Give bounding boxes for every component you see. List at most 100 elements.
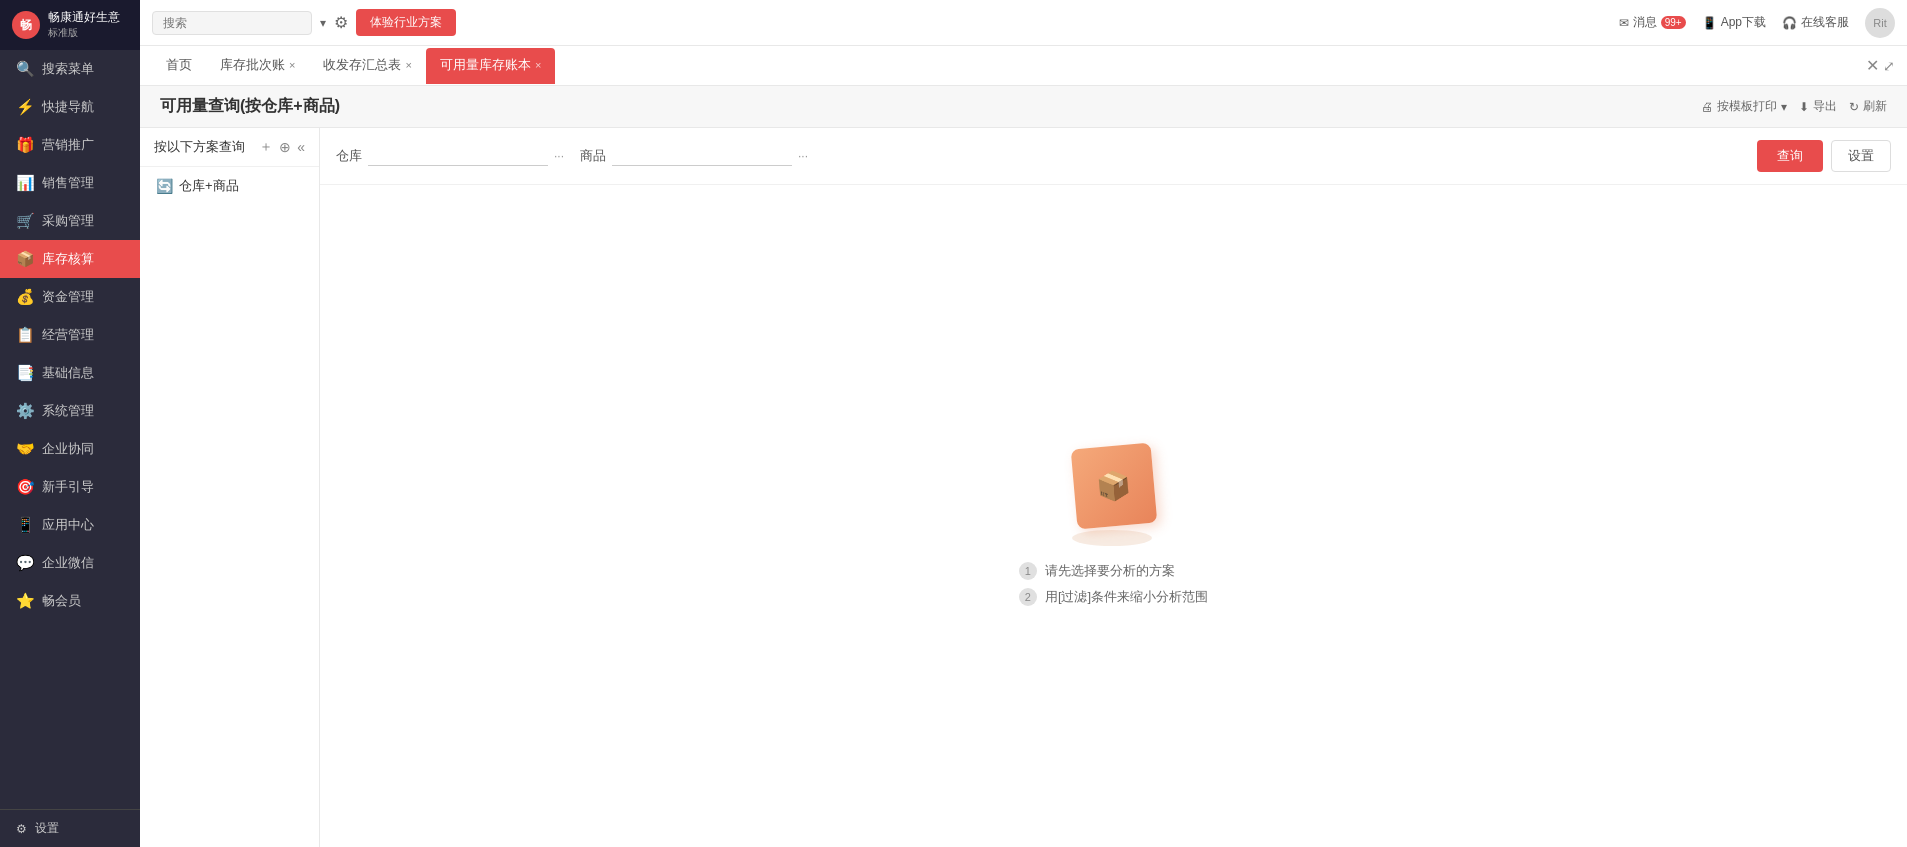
warehouse-more-icon[interactable]: ··· <box>554 149 564 163</box>
filter-settings-button[interactable]: ⊕ <box>279 139 291 155</box>
sidebar-item-business[interactable]: 📋 经营管理 <box>0 316 140 354</box>
sidebar-bottom-settings[interactable]: ⚙ 设置 <box>0 809 140 847</box>
export-label: 导出 <box>1813 98 1837 115</box>
sidebar-item-marketing[interactable]: 🎁 营销推广 <box>0 126 140 164</box>
tab-home-label: 首页 <box>166 56 192 74</box>
warehouse-input[interactable] <box>368 146 548 166</box>
sidebar-item-label: 基础信息 <box>42 364 94 382</box>
sidebar-item-search[interactable]: 🔍 搜索菜单 <box>0 50 140 88</box>
topbar-dropdown-icon[interactable]: ▾ <box>320 16 326 30</box>
topbar-right: ✉ 消息 99+ 📱 App下载 🎧 在线客服 Rit <box>1619 8 1895 38</box>
chart-icon: 📊 <box>16 174 34 192</box>
export-icon: ⬇ <box>1799 100 1809 114</box>
sidebar-item-system[interactable]: ⚙️ 系统管理 <box>0 392 140 430</box>
target-icon: 🎯 <box>16 478 34 496</box>
service-label: 在线客服 <box>1801 14 1849 31</box>
empty-tip-1: 1 请先选择要分析的方案 <box>1019 562 1208 580</box>
goods-input[interactable] <box>612 146 792 166</box>
box-icon: 📦 <box>16 250 34 268</box>
user-avatar[interactable]: Rit <box>1865 8 1895 38</box>
main-content: 仓库 ··· 商品 ··· 查询 设置 📦 <box>320 128 1907 847</box>
print-button[interactable]: 🖨 按模板打印 ▾ <box>1701 98 1787 115</box>
sidebar-item-newbie[interactable]: 🎯 新手引导 <box>0 468 140 506</box>
content-area: 按以下方案查询 ＋ ⊕ « 🔄 仓库+商品 仓库 ··· <box>140 128 1907 847</box>
tab-collect-close[interactable]: × <box>405 59 411 71</box>
filter-add-button[interactable]: ＋ <box>259 138 273 156</box>
main-area: ▾ ⚙ 体验行业方案 ✉ 消息 99+ 📱 App下载 🎧 在线客服 Rit <box>140 0 1907 847</box>
user-name: Rit <box>1873 17 1886 29</box>
sidebar-item-label: 采购管理 <box>42 212 94 230</box>
warehouse-field: 仓库 ··· <box>336 146 564 166</box>
query-button[interactable]: 查询 <box>1757 140 1823 172</box>
cart-icon: 🛒 <box>16 212 34 230</box>
sidebar-item-label: 经营管理 <box>42 326 94 344</box>
sidebar-item-member[interactable]: ⭐ 畅会员 <box>0 582 140 620</box>
warehouse-label: 仓库 <box>336 147 362 165</box>
tabs-close-all-button[interactable]: ✕ <box>1866 56 1879 75</box>
industry-solution-button[interactable]: 体验行业方案 <box>356 9 456 36</box>
refresh-button[interactable]: ↻ 刷新 <box>1849 98 1887 115</box>
message-button[interactable]: ✉ 消息 99+ <box>1619 14 1686 31</box>
gear-icon: ⚙️ <box>16 402 34 420</box>
empty-box-shadow <box>1072 530 1152 546</box>
empty-box-face: 📦 <box>1095 468 1133 504</box>
tab-available-close[interactable]: × <box>535 59 541 71</box>
filter-item-warehouse-goods[interactable]: 🔄 仓库+商品 <box>140 167 319 205</box>
tab-collect[interactable]: 收发存汇总表 × <box>309 48 425 84</box>
tip-num-1: 1 <box>1019 562 1037 580</box>
search-icon: 🔍 <box>16 60 34 78</box>
sidebar-logo: 畅 <box>12 11 40 39</box>
star-icon: ⭐ <box>16 592 34 610</box>
tab-available[interactable]: 可用量库存账本 × <box>426 48 555 84</box>
filter-item-label: 仓库+商品 <box>179 177 239 195</box>
clipboard-icon: 📋 <box>16 326 34 344</box>
sidebar-item-label: 库存核算 <box>42 250 94 268</box>
sidebar-item-basic[interactable]: 📑 基础信息 <box>0 354 140 392</box>
tab-batch-label: 库存批次账 <box>220 56 285 74</box>
sidebar-item-purchase[interactable]: 🛒 采购管理 <box>0 202 140 240</box>
sidebar-title: 畅康通好生意 <box>48 10 120 26</box>
setting-button[interactable]: 设置 <box>1831 140 1891 172</box>
app-label: App下载 <box>1721 14 1766 31</box>
refresh-label: 刷新 <box>1863 98 1887 115</box>
sidebar-item-label: 快捷导航 <box>42 98 94 116</box>
tip-num-2: 2 <box>1019 588 1037 606</box>
topbar-search-input[interactable] <box>152 11 312 35</box>
sidebar-item-label: 系统管理 <box>42 402 94 420</box>
export-button[interactable]: ⬇ 导出 <box>1799 98 1837 115</box>
sidebar-item-inventory[interactable]: 📦 库存核算 <box>0 240 140 278</box>
doc-icon: 📑 <box>16 364 34 382</box>
print-dropdown-icon: ▾ <box>1781 100 1787 114</box>
money-icon: 💰 <box>16 288 34 306</box>
online-service-button[interactable]: 🎧 在线客服 <box>1782 14 1849 31</box>
topbar-gear-icon[interactable]: ⚙ <box>334 13 348 32</box>
sidebar-item-label: 应用中心 <box>42 516 94 534</box>
sidebar-item-wechat[interactable]: 💬 企业微信 <box>0 544 140 582</box>
print-label: 按模板打印 <box>1717 98 1777 115</box>
filter-collapse-button[interactable]: « <box>297 139 305 155</box>
tabs-expand-button[interactable]: ⤢ <box>1883 58 1895 74</box>
filter-panel-header: 按以下方案查询 ＋ ⊕ « <box>140 128 319 167</box>
sidebar-item-enterprise[interactable]: 🤝 企业协同 <box>0 430 140 468</box>
print-icon: 🖨 <box>1701 100 1713 114</box>
message-badge: 99+ <box>1661 16 1686 29</box>
sidebar-item-shortcut[interactable]: ⚡ 快捷导航 <box>0 88 140 126</box>
tab-batch[interactable]: 库存批次账 × <box>206 48 309 84</box>
app-download-button[interactable]: 📱 App下载 <box>1702 14 1766 31</box>
sidebar-item-sales[interactable]: 📊 销售管理 <box>0 164 140 202</box>
tip-text-1: 请先选择要分析的方案 <box>1045 562 1175 580</box>
tab-home[interactable]: 首页 <box>152 48 206 84</box>
lightning-icon: ⚡ <box>16 98 34 116</box>
message-label: 消息 <box>1633 14 1657 31</box>
tab-batch-close[interactable]: × <box>289 59 295 71</box>
sidebar-subtitle: 标准版 <box>48 26 120 40</box>
sidebar-item-appstore[interactable]: 📱 应用中心 <box>0 506 140 544</box>
tip-text-2: 用[过滤]条件来缩小分析范围 <box>1045 588 1208 606</box>
filter-header-label: 按以下方案查询 <box>154 138 245 156</box>
tab-available-label: 可用量库存账本 <box>440 56 531 74</box>
goods-more-icon[interactable]: ··· <box>798 149 808 163</box>
mobile-icon: 📱 <box>16 516 34 534</box>
sidebar-item-label: 资金管理 <box>42 288 94 306</box>
sidebar-item-label: 畅会员 <box>42 592 81 610</box>
sidebar-item-finance[interactable]: 💰 资金管理 <box>0 278 140 316</box>
